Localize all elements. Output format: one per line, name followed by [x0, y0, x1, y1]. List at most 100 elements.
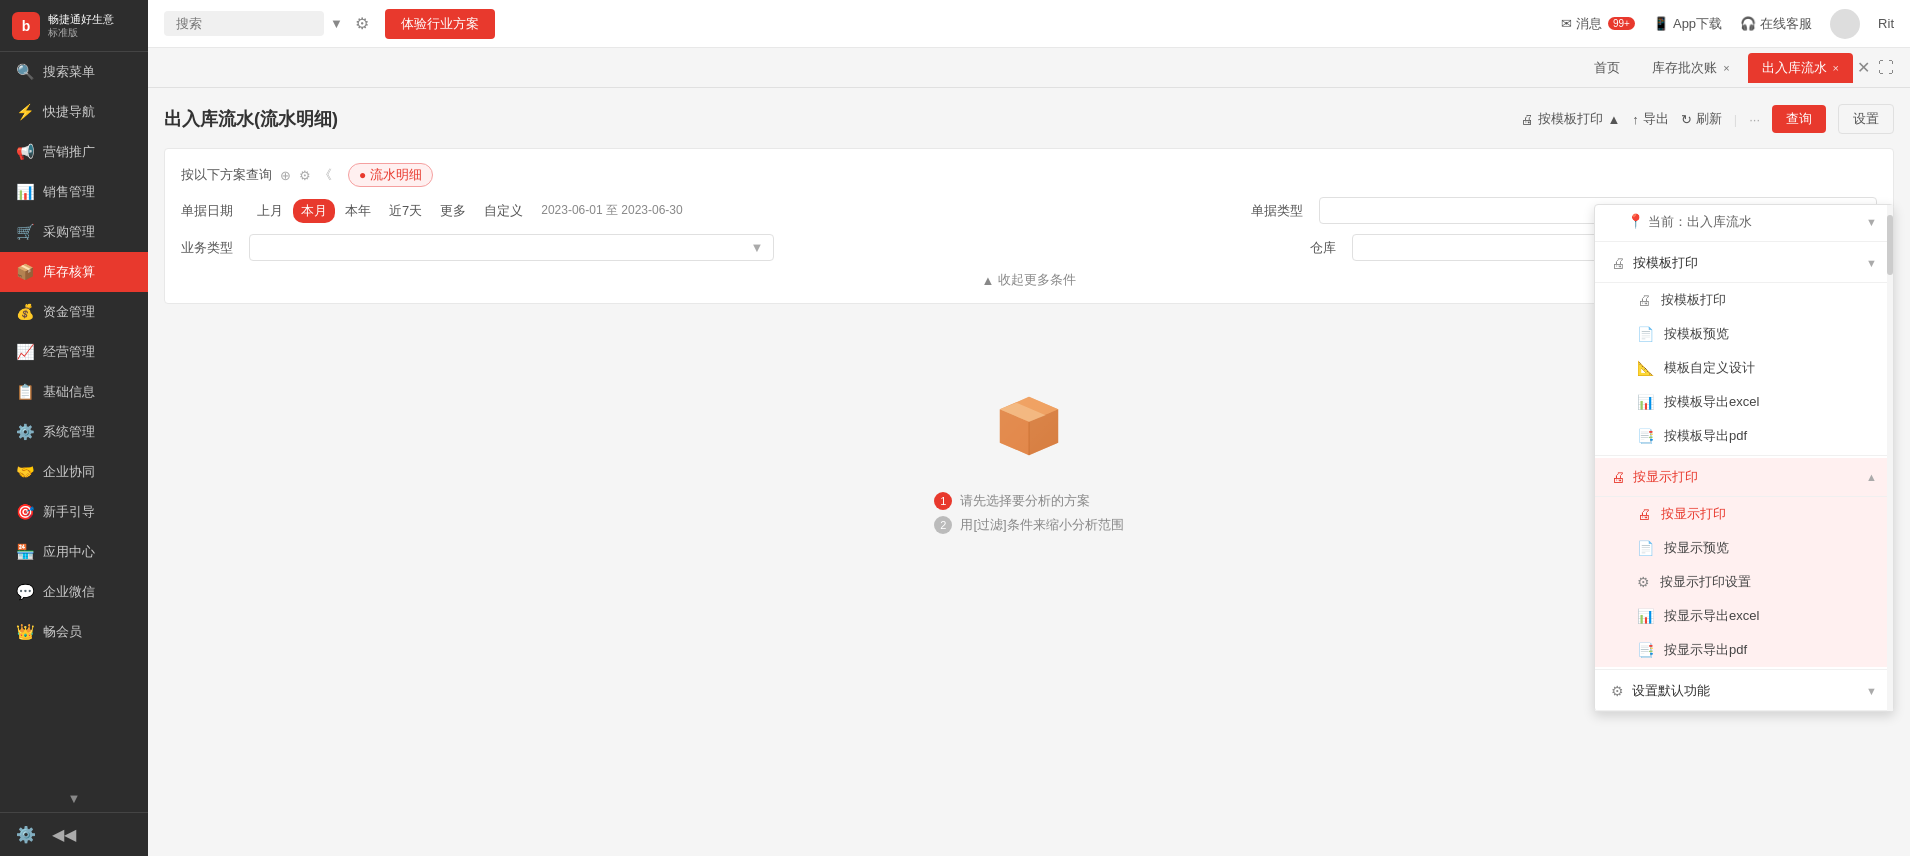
disp-excel-icon: 📊	[1637, 608, 1654, 624]
warehouse-label: 仓库	[1310, 239, 1336, 257]
date-custom-btn[interactable]: 自定义	[476, 199, 531, 223]
display-excel-item[interactable]: 📊 按显示导出excel	[1595, 599, 1893, 633]
tab-close-flow[interactable]: ×	[1833, 62, 1839, 74]
tab-batch-post[interactable]: 库存批次账×	[1638, 53, 1743, 83]
nav-icon-guide: 🎯	[16, 503, 35, 521]
tab-home[interactable]: 首页	[1580, 53, 1634, 83]
active-filter-tag[interactable]: ● 流水明细	[348, 163, 433, 187]
display-print-section-header[interactable]: 🖨 按显示打印 ▲	[1595, 458, 1893, 497]
sidebar-item-vip[interactable]: 👑畅会员	[0, 612, 148, 652]
template-custom-item[interactable]: 📐 模板自定义设计	[1595, 351, 1893, 385]
nav-label-wechat: 企业微信	[43, 583, 95, 601]
print-btn[interactable]: 🖨 按模板打印 ▲	[1521, 110, 1620, 128]
display-print-settings-item[interactable]: ⚙ 按显示打印设置	[1595, 565, 1893, 599]
template-preview-item[interactable]: 📄 按模板预览	[1595, 317, 1893, 351]
sidebar-item-finance[interactable]: 💰资金管理	[0, 292, 148, 332]
template-print-header-icon: 🖨	[1611, 255, 1625, 271]
filter-row-1: 按以下方案查询 ⊕ ⚙ 《 ● 流水明细	[181, 163, 1877, 187]
template-print-section-header[interactable]: 🖨 按模板打印 ▼	[1595, 244, 1893, 283]
sidebar-item-inventory[interactable]: 📦库存核算	[0, 252, 148, 292]
collapse-sidebar-icon[interactable]: ◀◀	[52, 825, 76, 844]
tpl-custom-icon: 📐	[1637, 360, 1654, 376]
date-field-label: 单据日期	[181, 202, 233, 220]
nav-label-appstore: 应用中心	[43, 543, 95, 561]
search-input[interactable]	[164, 11, 324, 36]
date-last-month-btn[interactable]: 上月	[249, 199, 291, 223]
nav-icon-quick-nav: ⚡	[16, 103, 35, 121]
more-actions-icon[interactable]: ···	[1749, 112, 1760, 127]
date-7days-btn[interactable]: 近7天	[381, 199, 430, 223]
empty-steps: 1 请先选择要分析的方案 2 用[过滤]条件来缩小分析范围	[934, 492, 1123, 540]
collapse-up-icon: ▲	[982, 273, 995, 288]
disp-pdf-icon: 📑	[1637, 642, 1654, 658]
page-title: 出入库流水(流水明细)	[164, 107, 338, 131]
tab-close-batch-post[interactable]: ×	[1723, 62, 1729, 74]
disp-preview-icon: 📄	[1637, 540, 1654, 556]
nav-label-finance: 资金管理	[43, 303, 95, 321]
nav-icon-sales: 📊	[16, 183, 35, 201]
print-arrow-icon: ▲	[1607, 112, 1620, 127]
app-download-icon: 📱	[1653, 16, 1669, 31]
page-actions: 🖨 按模板打印 ▲ ↑ 导出 ↻ 刷新 | ··· 查询 设置	[1521, 104, 1894, 134]
sidebar-item-purchase[interactable]: 🛒采购管理	[0, 212, 148, 252]
filter-settings-icon[interactable]: ⚙	[299, 168, 311, 183]
tab-flow[interactable]: 出入库流水×	[1748, 53, 1853, 83]
refresh-btn[interactable]: ↻ 刷新	[1681, 110, 1722, 128]
query-btn[interactable]: 查询	[1772, 105, 1826, 133]
sidebar-item-appstore[interactable]: 🏪应用中心	[0, 532, 148, 572]
avatar[interactable]	[1830, 9, 1860, 39]
display-pdf-item[interactable]: 📑 按显示导出pdf	[1595, 633, 1893, 667]
sidebar-item-sales[interactable]: 📊 销售管理	[0, 172, 148, 212]
sidebar-item-quick-nav[interactable]: ⚡快捷导航	[0, 92, 148, 132]
customer-service-btn[interactable]: 🎧 在线客服	[1740, 15, 1812, 33]
sidebar-item-system[interactable]: ⚙️系统管理	[0, 412, 148, 452]
app-download-btn[interactable]: 📱 App下载	[1653, 15, 1722, 33]
topbar-settings-icon[interactable]: ⚙	[355, 14, 369, 33]
disp-print-icon: 🖨	[1637, 506, 1651, 522]
set-default-item[interactable]: ⚙ 设置默认功能 ▼	[1595, 672, 1893, 711]
nav-icon-purchase: 🛒	[16, 223, 35, 241]
sidebar-item-search[interactable]: 🔍搜索菜单	[0, 52, 148, 92]
search-dropdown-icon[interactable]: ▼	[330, 16, 343, 31]
filter-collapse-icon[interactable]: 《	[319, 166, 332, 184]
sidebar-logo: b 畅捷通好生意 标准版	[0, 0, 148, 52]
template-pdf-item[interactable]: 📑 按模板导出pdf	[1595, 419, 1893, 453]
nav-label-operations: 经营管理	[43, 343, 95, 361]
empty-step-1: 1 请先选择要分析的方案	[934, 492, 1123, 510]
nav-icon-collab: 🤝	[16, 463, 35, 481]
export-btn[interactable]: ↑ 导出	[1632, 110, 1669, 128]
business-type-select[interactable]: ▼	[249, 234, 774, 261]
dropdown-scrollbar[interactable]	[1887, 205, 1893, 711]
nav-icon-marketing: 📢	[16, 143, 35, 161]
close-tab-btn[interactable]: ✕	[1857, 58, 1870, 77]
trial-btn[interactable]: 体验行业方案	[385, 9, 495, 39]
message-icon: ✉	[1561, 16, 1572, 31]
date-this-month-btn[interactable]: 本月	[293, 199, 335, 223]
template-excel-item[interactable]: 📊 按模板导出excel	[1595, 385, 1893, 419]
sidebar-item-wechat[interactable]: 💬企业微信	[0, 572, 148, 612]
sidebar-item-collab[interactable]: 🤝企业协同	[0, 452, 148, 492]
filter-add-icon[interactable]: ⊕	[280, 168, 291, 183]
settings-icon[interactable]: ⚙️	[16, 825, 36, 844]
sidebar-item-operations[interactable]: 📈 经营管理	[0, 332, 148, 372]
sidebar-item-basic[interactable]: 📋基础信息	[0, 372, 148, 412]
message-btn[interactable]: ✉ 消息 99+	[1561, 15, 1635, 33]
display-preview-item[interactable]: 📄 按显示预览	[1595, 531, 1893, 565]
headset-icon: 🎧	[1740, 16, 1756, 31]
date-this-year-btn[interactable]: 本年	[337, 199, 379, 223]
nav-icon-operations: 📈	[16, 343, 35, 361]
step-2-num: 2	[934, 516, 952, 534]
sidebar-item-guide[interactable]: 🎯 新手引导	[0, 492, 148, 532]
display-print-item[interactable]: 🖨 按显示打印	[1595, 497, 1893, 531]
tpl-pdf-icon: 📑	[1637, 428, 1654, 444]
date-more-btn[interactable]: 更多	[432, 199, 474, 223]
sidebar-item-marketing[interactable]: 📢营销推广	[0, 132, 148, 172]
nav-label-guide: 新手引导	[43, 503, 95, 521]
print-icon: 🖨	[1521, 112, 1534, 127]
sidebar-scroll-down[interactable]: ▼	[0, 785, 148, 812]
template-print-item[interactable]: 🖨 按模板打印	[1595, 283, 1893, 317]
settings-btn[interactable]: 设置	[1838, 104, 1894, 134]
nav-label-sales: 销售管理	[43, 183, 95, 201]
maximize-tab-btn[interactable]: ⛶	[1878, 59, 1894, 77]
logo-text: 畅捷通好生意 标准版	[48, 12, 114, 39]
